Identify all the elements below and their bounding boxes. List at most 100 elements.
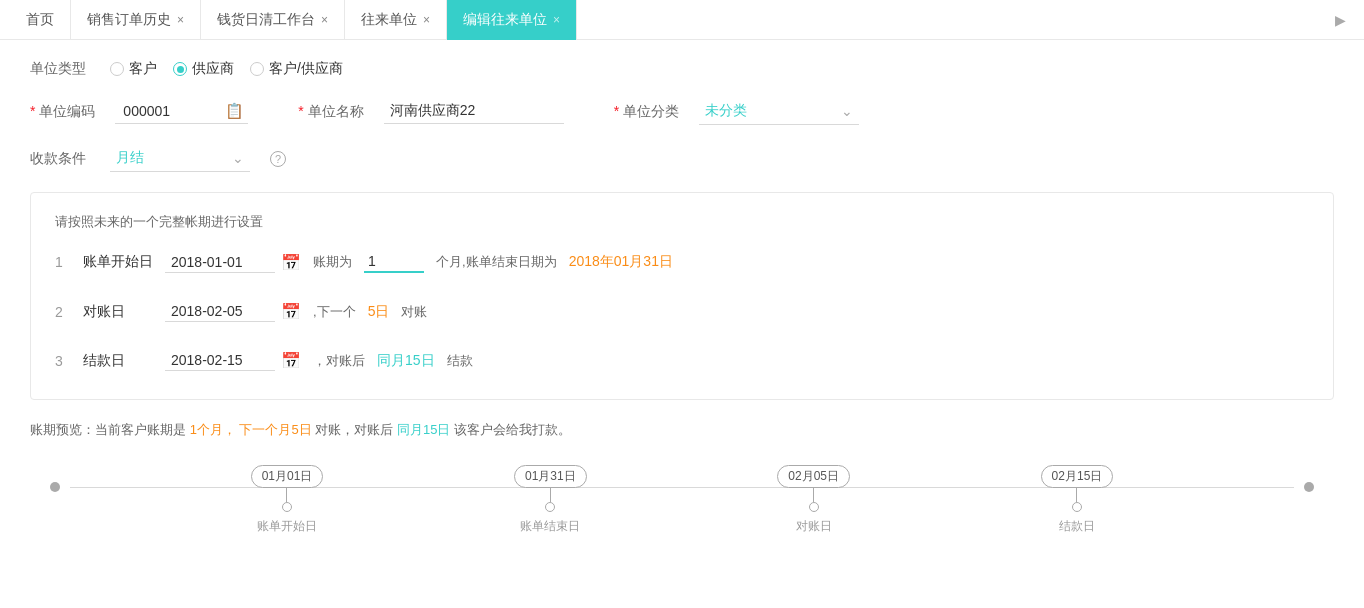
timeline-tick-1 (286, 488, 287, 502)
timeline-node-2: 01月31日 账单结束日 (514, 465, 587, 535)
timeline-start-dot-circle (50, 482, 60, 492)
period-desc-highlight-1: 2018年01月31日 (569, 253, 673, 271)
tab-cash-work-label: 钱货日清工作台 (217, 11, 315, 29)
period-date-wrap-2: 📅 (165, 301, 301, 322)
payment-terms-value: 月结 (116, 149, 144, 167)
radio-supplier[interactable]: 供应商 (173, 60, 234, 78)
timeline-label-3: 对账日 (796, 518, 832, 535)
unit-category-label: 单位分类 (614, 103, 679, 121)
timeline-badge-2: 01月31日 (514, 465, 587, 488)
tab-edit-counterparty-label: 编辑往来单位 (463, 11, 547, 29)
period-num-1: 1 (55, 254, 71, 270)
payment-terms-select[interactable]: 月结 ⌄ (110, 145, 250, 172)
period-desc-prefix-1: 个月,账单结束日期为 (436, 253, 557, 271)
unit-name-input[interactable] (384, 99, 564, 124)
timeline-badge-4: 02月15日 (1041, 465, 1114, 488)
timeline-node-1: 01月01日 账单开始日 (251, 465, 324, 535)
preview-mid: 对账，对账后 (315, 422, 393, 437)
calendar-icon-3[interactable]: 📅 (281, 351, 301, 370)
period-field-label-3: 结款日 (83, 352, 153, 370)
tabs-bar: 首页 销售订单历史 × 钱货日清工作台 × 往来单位 × 编辑往来单位 × ▶ (0, 0, 1364, 40)
timeline-tick-2 (550, 488, 551, 502)
tab-cash-work[interactable]: 钱货日清工作台 × (201, 0, 345, 40)
period-desc-suffix-2: 对账 (401, 303, 427, 321)
unit-info-row: 单位编码 📋 单位名称 单位分类 未分类 ⌄ (30, 98, 1334, 125)
tab-sales-order-history-close[interactable]: × (177, 13, 184, 27)
timeline-end-dot (1304, 465, 1314, 492)
timeline-label-4: 结款日 (1059, 518, 1095, 535)
radio-customer-label: 客户 (129, 60, 157, 78)
period-mid-label-1: 账期为 (313, 253, 352, 271)
payment-terms-chevron-down-icon: ⌄ (232, 150, 244, 166)
period-desc-highlight-3: 同月15日 (377, 352, 435, 370)
main-content: 单位类型 客户 供应商 客户/供应商 单位编码 📋 单位名称 单位分类 (0, 40, 1364, 608)
timeline-badge-1: 01月01日 (251, 465, 324, 488)
tab-cash-work-close[interactable]: × (321, 13, 328, 27)
period-desc-highlight-2: 5日 (368, 303, 390, 321)
period-row-1: 1 账单开始日 📅 账期为 个月,账单结束日期为 2018年01月31日 (55, 251, 1309, 273)
timeline-node-4: 02月15日 结款日 (1041, 465, 1114, 535)
period-row-2: 2 对账日 📅 ,下一个 5日 对账 (55, 301, 1309, 322)
calendar-icon-1[interactable]: 📅 (281, 253, 301, 272)
timeline-dot-3 (809, 502, 819, 512)
timeline-dot-1 (282, 502, 292, 512)
period-settings-box: 请按照未来的一个完整帐期进行设置 1 账单开始日 📅 账期为 个月,账单结束日期… (30, 192, 1334, 400)
period-desc-suffix-3: 结款 (447, 352, 473, 370)
period-field-label-1: 账单开始日 (83, 253, 153, 271)
timeline-label-1: 账单开始日 (257, 518, 317, 535)
period-date-input-1[interactable] (165, 252, 275, 273)
unit-category-select[interactable]: 未分类 ⌄ (699, 98, 859, 125)
unit-type-radio-group: 客户 供应商 客户/供应商 (110, 60, 343, 78)
radio-customer[interactable]: 客户 (110, 60, 157, 78)
timeline-start-dot (50, 465, 60, 492)
period-num-3: 3 (55, 353, 71, 369)
tab-home[interactable]: 首页 (10, 0, 71, 40)
preview-part2: 下一个月5日 (239, 422, 311, 437)
period-date-input-2[interactable] (165, 301, 275, 322)
unit-code-input[interactable] (119, 101, 219, 121)
timeline-badge-3: 02月05日 (777, 465, 850, 488)
period-date-input-3[interactable] (165, 350, 275, 371)
preview-part3: 同月15日 (397, 422, 450, 437)
unit-type-label: 单位类型 (30, 60, 90, 78)
tab-sales-order-history-label: 销售订单历史 (87, 11, 171, 29)
timeline-node-3: 02月05日 对账日 (777, 465, 850, 535)
tab-counterparty-close[interactable]: × (423, 13, 430, 27)
timeline-end-dot-circle (1304, 482, 1314, 492)
help-icon[interactable]: ? (270, 151, 286, 167)
preview-suffix: 该客户会给我打款。 (454, 422, 571, 437)
period-field-label-2: 对账日 (83, 303, 153, 321)
timeline-label-2: 账单结束日 (520, 518, 580, 535)
tab-counterparty[interactable]: 往来单位 × (345, 0, 447, 40)
radio-both-circle (250, 62, 264, 76)
period-box-title: 请按照未来的一个完整帐期进行设置 (55, 213, 1309, 231)
month-input-1[interactable] (364, 251, 424, 273)
tab-sales-order-history[interactable]: 销售订单历史 × (71, 0, 201, 40)
preview-part1: 1个月， (190, 422, 236, 437)
unit-code-field-wrap: 📋 (115, 99, 248, 124)
timeline-tick-4 (1076, 488, 1077, 502)
radio-customer-circle (110, 62, 124, 76)
period-desc-prefix-3: ，对账后 (313, 352, 365, 370)
clipboard-icon[interactable]: 📋 (225, 102, 244, 120)
payment-terms-row: 收款条件 月结 ⌄ ? (30, 145, 1334, 172)
calendar-icon-2[interactable]: 📅 (281, 302, 301, 321)
period-desc-prefix-2: ,下一个 (313, 303, 356, 321)
preview-prefix: 账期预览：当前客户账期是 (30, 422, 186, 437)
tab-home-label: 首页 (26, 11, 54, 29)
unit-code-label: 单位编码 (30, 103, 95, 121)
radio-both[interactable]: 客户/供应商 (250, 60, 343, 78)
period-num-2: 2 (55, 304, 71, 320)
chevron-right-icon: ▶ (1335, 12, 1346, 28)
unit-type-row: 单位类型 客户 供应商 客户/供应商 (30, 60, 1334, 78)
period-row-3: 3 结款日 📅 ，对账后 同月15日 结款 (55, 350, 1309, 371)
unit-name-label: 单位名称 (298, 103, 363, 121)
tab-edit-counterparty-close[interactable]: × (553, 13, 560, 27)
tab-edit-counterparty[interactable]: 编辑往来单位 × (447, 0, 577, 40)
tab-more-arrow[interactable]: ▶ (1327, 12, 1354, 28)
timeline-nodes: 01月01日 账单开始日 01月31日 账单结束日 02月05日 对账日 (50, 465, 1314, 535)
chevron-down-icon: ⌄ (841, 103, 853, 119)
unit-category-value: 未分类 (705, 102, 747, 120)
timeline-dot-4 (1072, 502, 1082, 512)
timeline-dot-2 (545, 502, 555, 512)
